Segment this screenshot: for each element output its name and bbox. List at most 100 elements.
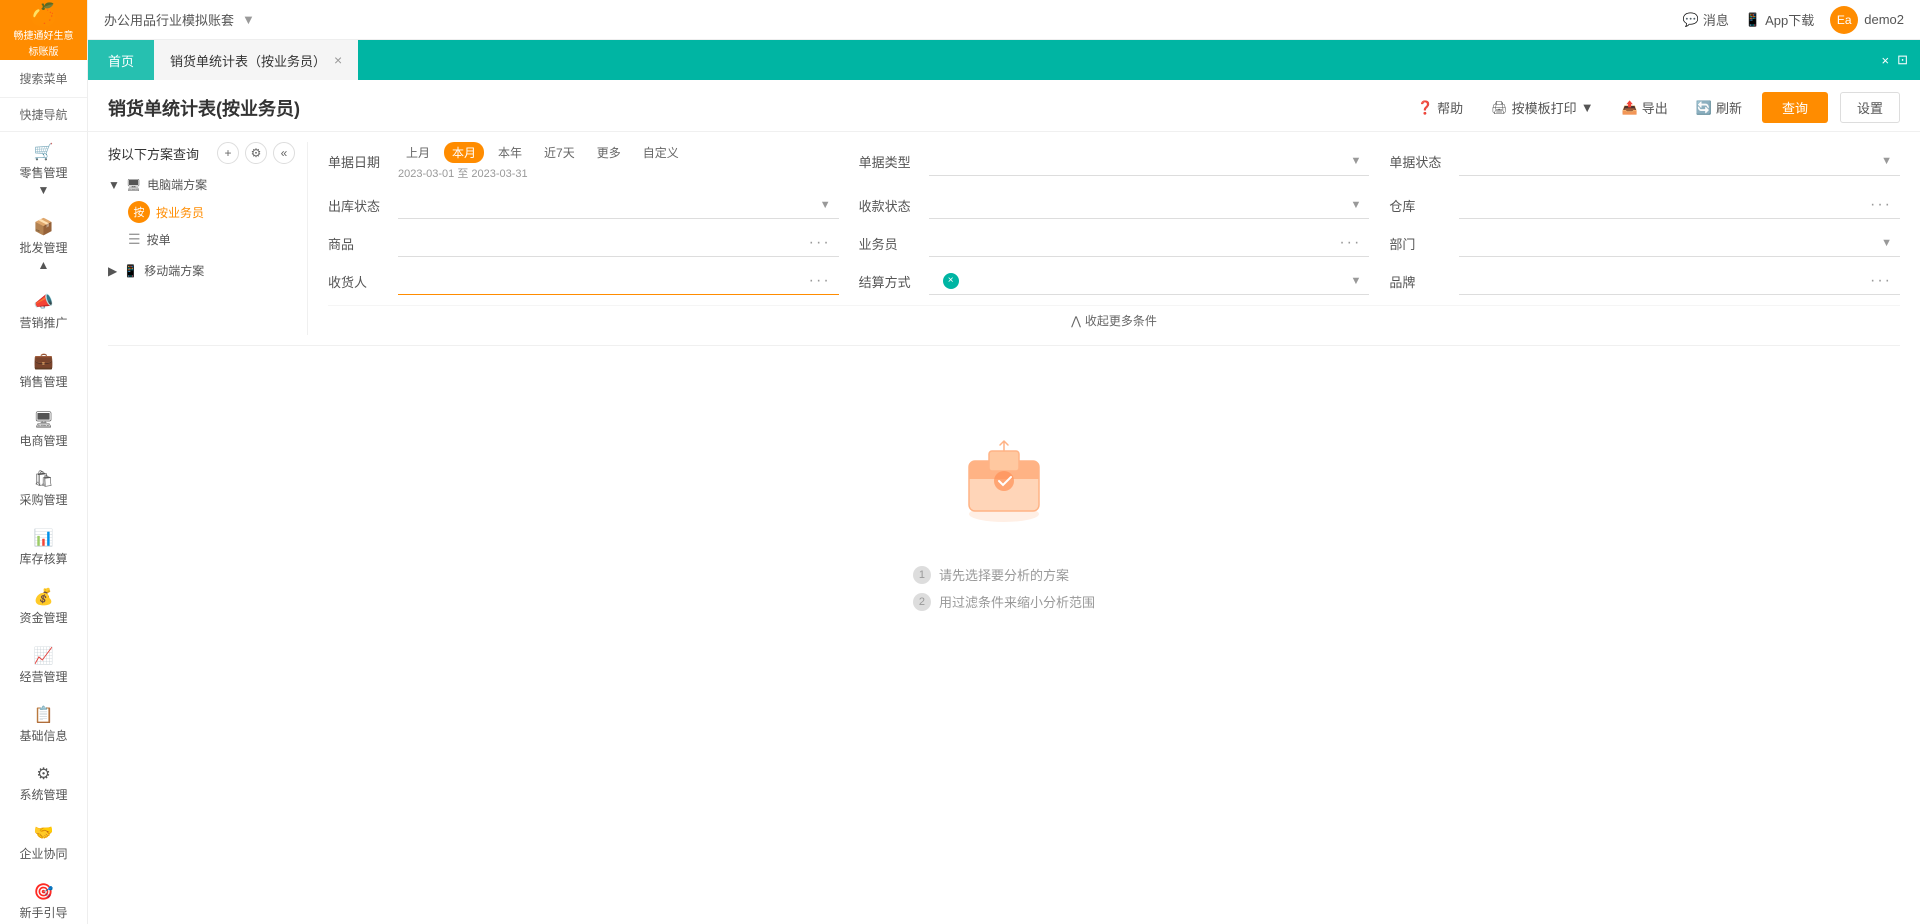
window-close-icon[interactable]: × <box>1882 53 1890 68</box>
help-btn[interactable]: ❓ 帮助 <box>1409 94 1471 121</box>
brand-field[interactable]: ··· <box>1459 267 1900 295</box>
scheme-bill[interactable]: ☰ 按单 <box>108 227 295 252</box>
pc-scheme-node[interactable]: ▼ 🖥 电脑端方案 <box>108 172 295 197</box>
query-button[interactable]: 查询 <box>1762 92 1828 123</box>
sidebar-item-enterprise[interactable]: 🤝 企业协同 <box>0 813 87 872</box>
sidebar-item-ecommerce[interactable]: 🖥 电商管理 <box>0 400 87 459</box>
salesperson-field[interactable]: ··· <box>929 229 1370 257</box>
date-pill-this-year[interactable]: 本年 <box>490 142 530 163</box>
date-pill-custom[interactable]: 自定义 <box>635 142 687 163</box>
window-restore-icon[interactable]: ⊡ <box>1897 52 1908 68</box>
goods-field[interactable]: ··· <box>398 229 839 257</box>
sidebar-item-operations[interactable]: 📈 经营管理 <box>0 636 87 695</box>
refresh-btn[interactable]: 🔄 刷新 <box>1688 94 1750 121</box>
finance-label: 资金管理 <box>19 609 67 626</box>
avatar-text: Ea <box>1837 13 1852 27</box>
sidebar-quicknav[interactable]: 快捷导航 <box>0 98 87 132</box>
condition-bill-status: 单据状态 ▼ <box>1389 142 1900 181</box>
receive-status-field[interactable]: ▼ <box>929 191 1370 219</box>
bill-status-field[interactable]: ▼ <box>1459 148 1900 176</box>
collapse-btn[interactable]: ⋀ 收起更多条件 <box>1071 312 1157 329</box>
main-area: 办公用品行业模拟账套 ▼ 💬 消息 📱 App下载 Ea demo2 首页 <box>88 0 1920 924</box>
scheme-bill-label: 按单 <box>147 231 171 248</box>
logo-text: 畅捷通好生意 <box>14 30 74 43</box>
newuser-label: 新手引导 <box>19 904 67 921</box>
brand-label: 品牌 <box>1389 272 1459 291</box>
bill-type-field[interactable]: ▼ <box>929 148 1370 176</box>
sidebar-item-inventory[interactable]: 📊 库存核算 <box>0 518 87 577</box>
collapse-label: 收起更多条件 <box>1085 312 1157 329</box>
warehouse-field[interactable]: ··· <box>1459 191 1900 219</box>
app-download-btn[interactable]: 📱 App下载 <box>1745 10 1814 29</box>
settings-button[interactable]: 设置 <box>1840 92 1900 123</box>
dept-field[interactable]: ▼ <box>1459 229 1900 257</box>
sidebar-item-marketing[interactable]: 📣 营销推广 <box>0 282 87 341</box>
logo-icon: 🍊 <box>30 2 57 28</box>
sidebar-item-newuser[interactable]: 🎯 新手引导 <box>0 872 87 924</box>
condition-row-4: 收货人 ··· 结算方式 × ▼ 品牌 <box>328 267 1900 295</box>
dept-arrow: ▼ <box>1881 237 1892 249</box>
scheme-salesperson[interactable]: 按 按业务员 <box>108 197 295 227</box>
consignee-field[interactable]: ··· <box>398 267 839 295</box>
print-btn[interactable]: 🖨 按模板打印 ▼ <box>1483 94 1601 121</box>
tab-home[interactable]: 首页 <box>88 40 154 80</box>
add-scheme-btn[interactable]: + <box>217 142 239 164</box>
salesperson-dots: ··· <box>1339 234 1361 252</box>
bill-icon: ☰ <box>128 231 141 248</box>
sidebar-item-system[interactable]: ⚙ 系统管理 <box>0 754 87 813</box>
tab-home-label: 首页 <box>108 51 134 70</box>
tab-close-icon[interactable]: × <box>334 52 342 68</box>
condition-goods: 商品 ··· <box>328 229 839 257</box>
tip-text-2: 用过滤条件来缩小分析范围 <box>939 592 1095 611</box>
company-dropdown-icon[interactable]: ▼ <box>242 12 255 27</box>
print-icon: 🖨 <box>1491 100 1508 116</box>
collapse-row: ⋀ 收起更多条件 <box>328 305 1900 335</box>
date-pill-7days[interactable]: 近7天 <box>536 142 583 163</box>
condition-salesperson: 业务员 ··· <box>859 229 1370 257</box>
sidebar-item-retail[interactable]: 🛒 零售管理 ▼ <box>0 132 87 207</box>
search-conditions: 单据日期 上月 本月 本年 近7天 更多 自定义 2023-03-01 至 20… <box>308 142 1900 335</box>
operations-label: 经营管理 <box>19 668 67 685</box>
tip-num-1: 1 <box>913 566 931 584</box>
mobile-scheme-icon: 📱 <box>123 264 138 278</box>
sidebar-item-basic[interactable]: 📋 基础信息 <box>0 695 87 754</box>
goods-dots: ··· <box>809 234 831 252</box>
logo: 🍊 畅捷通好生意 标账版 <box>0 0 87 60</box>
tab-active[interactable]: 销货单统计表（按业务员） × <box>154 40 358 80</box>
bill-type-label: 单据类型 <box>859 152 929 171</box>
user-profile-btn[interactable]: Ea demo2 <box>1830 6 1904 34</box>
sidebar-item-purchase[interactable]: 🛍 采购管理 <box>0 459 87 518</box>
tab-bar: 首页 销货单统计表（按业务员） × × ⊡ <box>88 40 1920 80</box>
mobile-scheme-node[interactable]: ▶ 📱 移动端方案 <box>108 258 295 283</box>
sidebar-item-finance[interactable]: 💰 资金管理 <box>0 577 87 636</box>
scheme-collapse-btn[interactable]: « <box>273 142 295 164</box>
date-label: 单据日期 <box>328 152 398 171</box>
message-btn[interactable]: 💬 消息 <box>1683 10 1729 29</box>
settlement-field[interactable]: × ▼ <box>929 267 1370 295</box>
help-icon: ❓ <box>1417 100 1433 116</box>
date-pill-last-month[interactable]: 上月 <box>398 142 438 163</box>
sidebar-item-wholesale[interactable]: 📦 批发管理 ▲ <box>0 207 87 282</box>
message-label: 消息 <box>1703 10 1729 29</box>
sidebar-search[interactable]: 搜索菜单 <box>0 60 87 98</box>
date-pill-more[interactable]: 更多 <box>589 142 629 163</box>
pc-scheme-label: 电脑端方案 <box>147 176 207 193</box>
message-icon: 💬 <box>1683 12 1699 28</box>
condition-row-3: 商品 ··· 业务员 ··· 部门 ▼ <box>328 229 1900 257</box>
condition-brand: 品牌 ··· <box>1389 267 1900 295</box>
newuser-icon: 🎯 <box>34 882 54 902</box>
warehouse-dots: ··· <box>1870 196 1892 214</box>
refresh-label: 刷新 <box>1716 98 1742 117</box>
settlement-clear-btn[interactable]: × <box>943 273 959 289</box>
top-header: 办公用品行业模拟账套 ▼ 💬 消息 📱 App下载 Ea demo2 <box>88 0 1920 40</box>
export-btn[interactable]: 📤 导出 <box>1614 94 1676 121</box>
date-pill-this-month[interactable]: 本月 <box>444 142 484 163</box>
refresh-icon: 🔄 <box>1696 100 1712 116</box>
basic-label: 基础信息 <box>19 727 67 744</box>
out-status-label: 出库状态 <box>328 196 398 215</box>
sidebar-item-sales[interactable]: 💼 销售管理 <box>0 341 87 400</box>
out-status-field[interactable]: ▼ <box>398 191 839 219</box>
current-company[interactable]: 办公用品行业模拟账套 <box>104 10 234 29</box>
scheme-settings-btn[interactable]: ⚙ <box>245 142 267 164</box>
ecommerce-label: 电商管理 <box>19 432 67 449</box>
